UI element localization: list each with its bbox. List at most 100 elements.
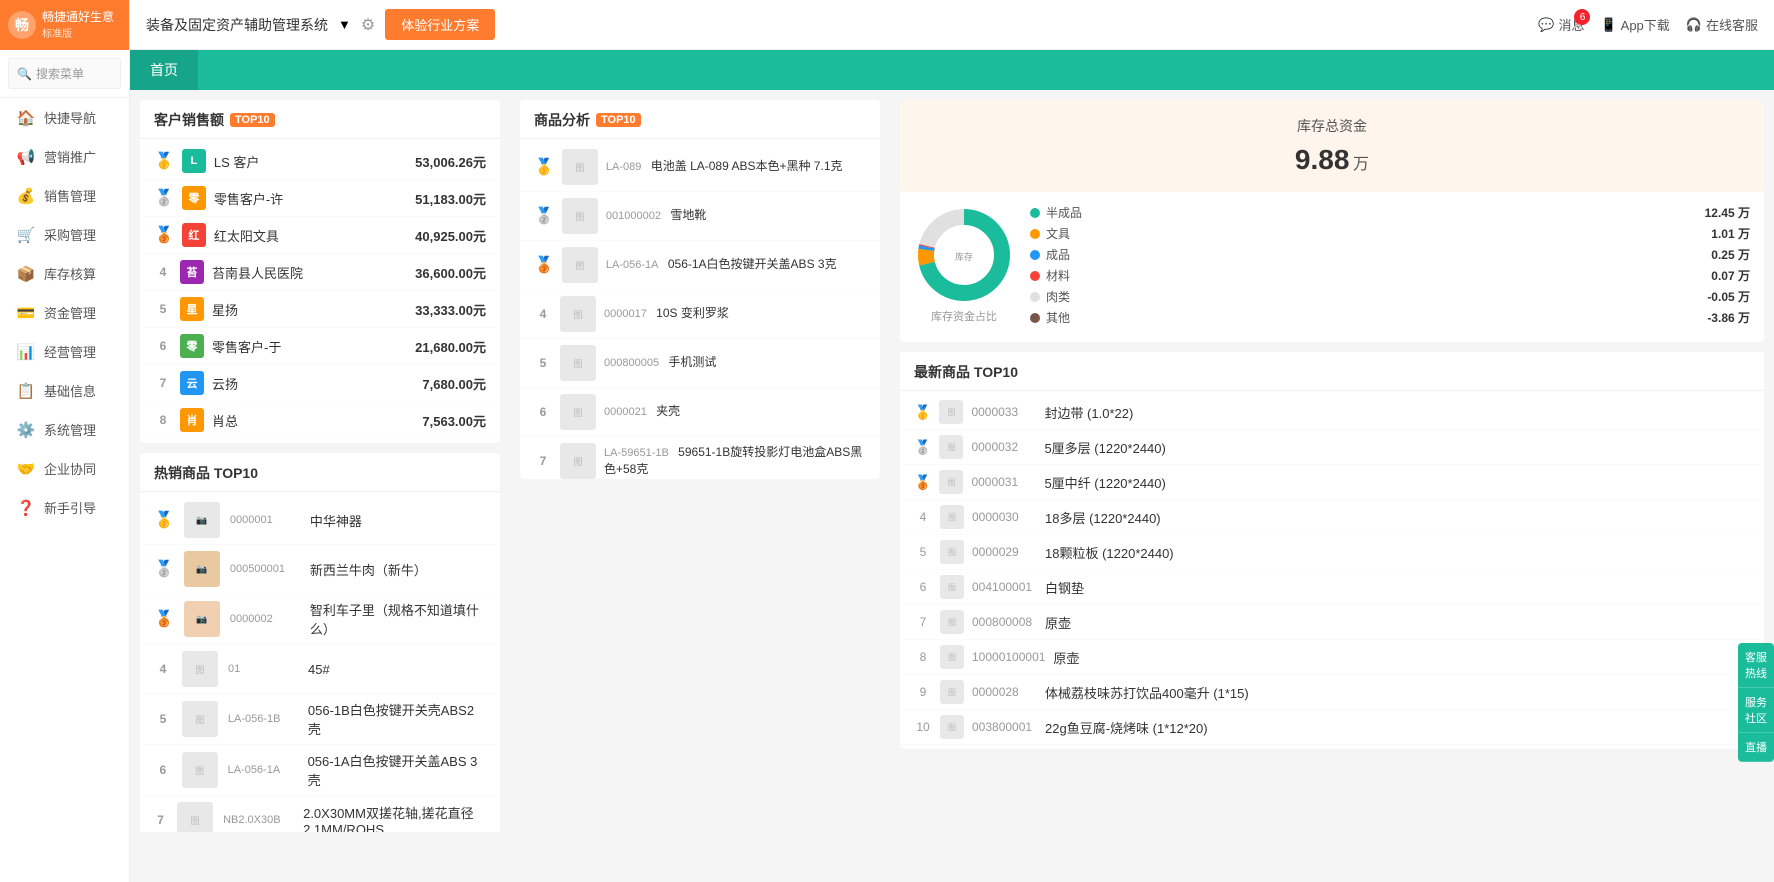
- sidebar-item-stock[interactable]: 📦 库存核算: [0, 254, 129, 293]
- product-image: 📷: [184, 551, 220, 587]
- rank-number: 4: [534, 307, 552, 321]
- sidebar-item-marketing[interactable]: 📢 营销推广: [0, 137, 129, 176]
- silver-medal-icon: 🥈: [914, 439, 931, 456]
- customer-value: 7,680.00元: [422, 374, 486, 393]
- customer-name: 红太阳文具: [214, 226, 407, 245]
- hot-product-name: 45#: [308, 662, 330, 677]
- customer-avatar: 星: [180, 297, 204, 321]
- new-product-row: 9 图 0000028 体械荔枝味苏打饮品400毫升 (1*15): [900, 675, 1764, 710]
- product-name: 夹壳: [656, 404, 680, 418]
- sidebar-item-finance[interactable]: 💳 资金管理: [0, 293, 129, 332]
- float-service-btn[interactable]: 客服热线: [1738, 643, 1774, 688]
- new-product-name: 封边带 (1.0*22): [1044, 403, 1750, 422]
- customer-rank-row: 7 云 云扬 7,680.00元: [140, 365, 500, 402]
- float-live-btn[interactable]: 直播: [1738, 733, 1774, 762]
- rank-number: 7: [914, 615, 932, 629]
- product-rank-row: 🥈 图 001000002 雪地靴: [520, 192, 880, 241]
- legend-dot: [1030, 292, 1040, 302]
- rank-number: 6: [154, 763, 172, 777]
- customer-value: 40,925.00元: [415, 226, 486, 245]
- customer-name: 星扬: [212, 300, 407, 319]
- sales-icon: 💰: [16, 187, 36, 205]
- dropdown-arrow-icon[interactable]: ▼: [338, 17, 351, 32]
- product-info: LA-089 电池盖 LA-089 ABS本色+黑种 7.1克: [606, 158, 866, 175]
- legend-dot: [1030, 250, 1040, 260]
- sidebar-item-guide[interactable]: ❓ 新手引导: [0, 488, 129, 527]
- basic-icon: 📋: [16, 382, 36, 400]
- sidebar-item-quick[interactable]: 🏠 快捷导航: [0, 98, 129, 137]
- search-icon: 🔍: [17, 67, 32, 81]
- product-code: 0000017: [604, 308, 647, 320]
- new-product-image: 图: [940, 540, 964, 564]
- rank-number: 4: [154, 265, 172, 279]
- logo-subtitle: 标准版: [42, 25, 114, 40]
- legend-value: 0.25 万: [1711, 246, 1750, 263]
- stock-total-section: 库存总资金 9.88 万: [900, 100, 1764, 192]
- customer-avatar: 零: [180, 334, 204, 358]
- hot-product-name: 2.0X30MM双搓花轴,搓花直径2.1MM/ROHS: [303, 803, 486, 832]
- customer-title: 客户销售额: [154, 110, 224, 130]
- sidebar-item-system[interactable]: ⚙️ 系统管理: [0, 410, 129, 449]
- customer-avatar: 云: [180, 371, 204, 395]
- new-product-row: 4 图 0000030 18多层 (1220*2440): [900, 500, 1764, 535]
- quick-icon: 🏠: [16, 109, 36, 127]
- message-button[interactable]: 💬 消息 6: [1538, 15, 1584, 34]
- legend-label: 成品: [1046, 246, 1705, 263]
- page-tab-bar: 首页: [130, 50, 1774, 90]
- customer-rank-row: 8 肖 肖总 7,563.00元: [140, 402, 500, 439]
- new-product-name: 原壶: [1045, 613, 1750, 632]
- system-icon: ⚙️: [16, 421, 36, 439]
- product-info: 000800005 手机测试: [604, 354, 866, 371]
- customer-name: 零售客户-许: [214, 189, 407, 208]
- new-product-name: 白钢垫: [1045, 578, 1750, 597]
- sidebar-item-basic[interactable]: 📋 基础信息: [0, 371, 129, 410]
- header: 装备及固定资产辅助管理系统 ▼ ⚙ 体验行业方案 💬 消息 6 📱 App下载 …: [130, 0, 1774, 50]
- product-name: 056-1A白色按键开关盖ABS 3克: [668, 257, 837, 271]
- legend-item: 材料 0.07 万: [1030, 267, 1750, 284]
- stock-value: 9.88: [1295, 144, 1350, 175]
- new-product-code: 0000031: [971, 475, 1036, 489]
- gold-medal-icon: 🥇: [914, 404, 931, 421]
- trial-button[interactable]: 体验行业方案: [385, 9, 495, 40]
- product-info: LA-59651-1B 59651-1B旋转投影灯电池盒ABS黑色+58克: [604, 444, 866, 478]
- marketing-label: 营销推广: [44, 147, 96, 166]
- logo-icon: 畅: [8, 11, 36, 39]
- silver-medal-icon: 🥈: [154, 559, 174, 579]
- rank-number: 4: [914, 510, 932, 524]
- app-download-label: App下载: [1621, 15, 1670, 34]
- rank-number: 5: [534, 356, 552, 370]
- system-label: 系统管理: [44, 420, 96, 439]
- customer-top10-header: 客户销售额 TOP10: [140, 100, 500, 139]
- legend-value: -3.86 万: [1707, 309, 1750, 326]
- product-rank-row: 7 图 LA-59651-1B 59651-1B旋转投影灯电池盒ABS黑色+58…: [520, 437, 880, 479]
- sidebar-logo: 畅 畅捷通好生意 标准版: [0, 0, 129, 50]
- guide-icon: ❓: [16, 499, 36, 517]
- marketing-icon: 📢: [16, 148, 36, 166]
- hot-product-row: 6 图 LA-056-1A 056-1A白色按键开关盖ABS 3壳: [140, 745, 500, 796]
- product-image: 图: [182, 752, 218, 788]
- rank-number: 5: [154, 302, 172, 316]
- hot-product-name: 056-1A白色按键开关盖ABS 3壳: [308, 751, 486, 789]
- float-community-btn[interactable]: 服务社区: [1738, 688, 1774, 733]
- legend-dot: [1030, 271, 1040, 281]
- gear-icon[interactable]: ⚙: [361, 15, 375, 35]
- sidebar-item-enterprise[interactable]: 🤝 企业协同: [0, 449, 129, 488]
- home-tab[interactable]: 首页: [130, 50, 198, 90]
- sidebar-item-sales[interactable]: 💰 销售管理: [0, 176, 129, 215]
- customer-top10-card: 客户销售额 TOP10 🥇 L LS 客户 53,006.26元 🥈 零 零售客…: [140, 100, 500, 443]
- sidebar-item-operations[interactable]: 📊 经营管理: [0, 332, 129, 371]
- message-badge: 6: [1574, 9, 1590, 25]
- legend-item: 其他 -3.86 万: [1030, 309, 1750, 326]
- enterprise-icon: 🤝: [16, 460, 36, 478]
- sidebar-item-purchase[interactable]: 🛒 采购管理: [0, 215, 129, 254]
- app-download-button[interactable]: 📱 App下载: [1600, 15, 1669, 34]
- purchase-label: 采购管理: [44, 225, 96, 244]
- online-service-button[interactable]: 🎧 在线客服: [1686, 15, 1758, 34]
- hot-product-code: LA-056-1A: [228, 764, 298, 776]
- product-analysis-card: 商品分析 TOP10 🥇 图 LA-089 电池盖 LA-089 ABS本色+黑…: [520, 100, 880, 479]
- new-product-code: 0000033: [971, 405, 1036, 419]
- operations-label: 经营管理: [44, 342, 96, 361]
- rank-number: 8: [154, 413, 172, 427]
- system-name: 装备及固定资产辅助管理系统: [146, 15, 328, 35]
- search-menu-button[interactable]: 🔍 搜索菜单: [8, 58, 121, 89]
